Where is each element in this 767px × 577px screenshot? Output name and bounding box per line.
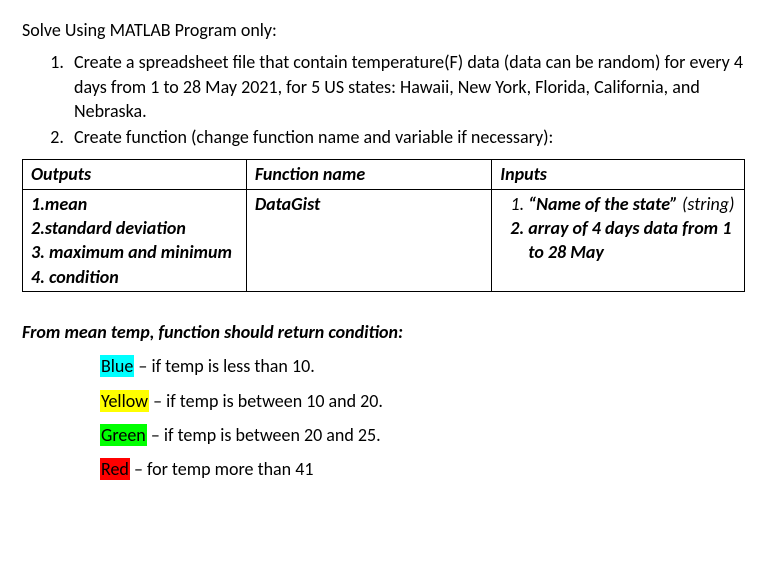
condition-subhead: From mean temp, function should return c… — [22, 320, 745, 344]
page-title: Solve Using MATLAB Program only: — [22, 18, 745, 42]
table-body-row: 1.mean 2.standard deviation 3. maximum a… — [23, 189, 745, 291]
text-green: – if temp is between 20 and 25. — [147, 424, 381, 446]
output-maxmin: 3. maximum and minimum — [31, 240, 238, 264]
condition-green: Green – if temp is between 20 and 25. — [100, 423, 745, 447]
condition-list: Blue – if temp is less than 10. Yellow –… — [22, 354, 745, 481]
input-quote-close: ” — [670, 193, 678, 215]
text-yellow: – if temp is between 10 and 20. — [149, 390, 383, 412]
input-state-name: “Name of the state” (string) — [528, 192, 736, 216]
output-condition: 4. condition — [31, 265, 238, 289]
label-red: Red — [100, 458, 130, 480]
input-array-days: array of 4 days data from 1 to 28 May — [528, 216, 736, 265]
condition-red: Red – for temp more than 41 — [100, 457, 745, 481]
cell-outputs: 1.mean 2.standard deviation 3. maximum a… — [23, 189, 247, 291]
header-function-name: Function name — [246, 160, 491, 189]
header-outputs: Outputs — [23, 160, 247, 189]
condition-blue: Blue – if temp is less than 10. — [100, 354, 745, 378]
inputs-ordered-list: “Name of the state” (string) array of 4 … — [500, 192, 736, 265]
text-red: – for temp more than 41 — [130, 458, 314, 480]
label-yellow: Yellow — [100, 390, 149, 412]
output-std: 2.standard deviation — [31, 216, 238, 240]
label-green: Green — [100, 424, 147, 446]
function-table: Outputs Function name Inputs 1.mean 2.st… — [22, 159, 745, 291]
main-ordered-list: Create a spreadsheet file that contain t… — [22, 50, 745, 149]
table-header-row: Outputs Function name Inputs — [23, 160, 745, 189]
list-item-1: Create a spreadsheet file that contain t… — [68, 50, 745, 123]
cell-inputs: “Name of the state” (string) array of 4 … — [492, 189, 745, 291]
input-quote-open: “ — [528, 193, 536, 215]
list-item-2: Create function (change function name an… — [68, 125, 745, 149]
cell-function-name: DataGist — [246, 189, 491, 291]
header-inputs: Inputs — [492, 160, 745, 189]
condition-yellow: Yellow – if temp is between 10 and 20. — [100, 389, 745, 413]
text-blue: – if temp is less than 10. — [134, 355, 314, 377]
output-mean: 1.mean — [31, 192, 238, 216]
input-name-of-state: Name of the state — [536, 193, 670, 215]
input-string-note: (string) — [678, 193, 735, 215]
label-blue: Blue — [100, 355, 134, 377]
